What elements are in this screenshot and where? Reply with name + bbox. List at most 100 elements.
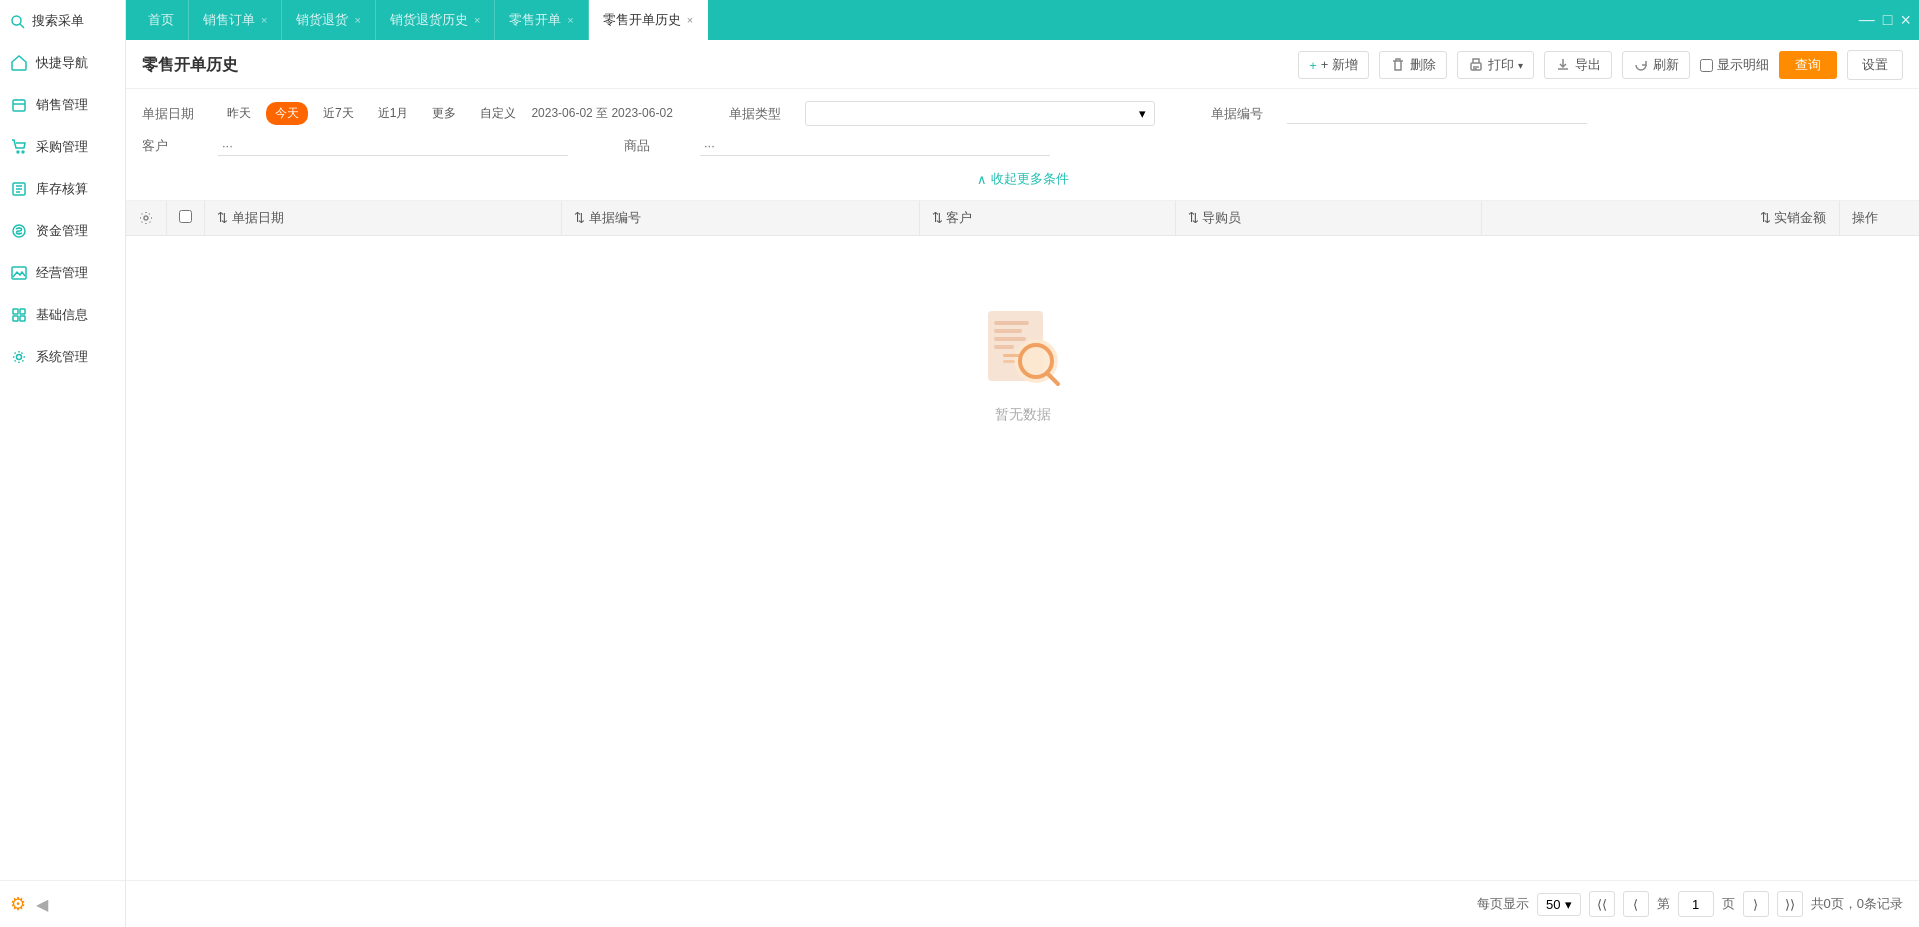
th-customer[interactable]: ⇅ 客户: [919, 201, 1175, 236]
home-icon: [10, 54, 28, 72]
th-date[interactable]: ⇅ 单据日期: [205, 201, 562, 236]
tab-retail-open-history[interactable]: 零售开单历史 ×: [589, 0, 708, 40]
th-amount-label: ⇅ 实销金额: [1760, 209, 1827, 227]
sidebar-item-label: 采购管理: [36, 138, 88, 156]
sidebar-item-operations[interactable]: 经营管理: [0, 252, 125, 294]
last-page-icon: ⟩⟩: [1785, 897, 1795, 912]
svg-point-12: [17, 355, 22, 360]
main-area: 首页 销售订单 × 销货退货 × 销货退货历史 × 零售开单 × 零售开单历史 …: [126, 0, 1919, 927]
date-btn-yesterday[interactable]: 昨天: [218, 102, 260, 125]
tab-sales-order-close[interactable]: ×: [261, 14, 267, 26]
tab-home[interactable]: 首页: [134, 0, 189, 40]
goods-filter-input[interactable]: [704, 138, 1046, 153]
purchase-icon: [10, 138, 28, 156]
select-all-checkbox[interactable]: [179, 210, 192, 223]
th-guide[interactable]: ⇅ 导购员: [1175, 201, 1482, 236]
customer-filter-label: 客户: [142, 137, 202, 155]
th-operation: 操作: [1839, 201, 1919, 236]
print-dropdown-icon: ▾: [1518, 60, 1523, 71]
sidebar-item-purchase-mgmt[interactable]: 采购管理: [0, 126, 125, 168]
th-operation-label: 操作: [1852, 210, 1878, 225]
sidebar-item-system-mgmt[interactable]: 系统管理: [0, 336, 125, 378]
finance-icon: [10, 222, 28, 240]
svg-point-0: [12, 16, 21, 25]
display-detail-checkbox[interactable]: [1700, 59, 1713, 72]
date-btn-today[interactable]: 今天: [266, 102, 308, 125]
sidebar-item-label: 销售管理: [36, 96, 88, 114]
date-btn-1month[interactable]: 近1月: [369, 102, 418, 125]
customer-filter-input[interactable]: [222, 138, 564, 153]
maximize-btn[interactable]: □: [1883, 11, 1893, 29]
type-filter-label: 单据类型: [729, 105, 789, 123]
settings-bottom-icon[interactable]: ⚙: [10, 893, 26, 915]
sidebar-item-quick-nav[interactable]: 快捷导航: [0, 42, 125, 84]
empty-illustration: [968, 296, 1078, 406]
tab-retail-open-history-close[interactable]: ×: [687, 14, 693, 26]
system-icon: [10, 348, 28, 366]
page-title: 零售开单历史: [142, 55, 238, 76]
tab-retail-open-close[interactable]: ×: [567, 14, 573, 26]
empty-text: 暂无数据: [995, 406, 1051, 424]
sidebar-item-label: 基础信息: [36, 306, 88, 324]
collapse-sidebar-icon[interactable]: ◀: [36, 895, 48, 914]
tab-retail-open-history-label: 零售开单历史: [603, 11, 681, 29]
sidebar-search[interactable]: 搜索采单: [0, 0, 125, 42]
tab-sales-order[interactable]: 销售订单 ×: [189, 0, 282, 40]
svg-line-1: [20, 24, 24, 28]
per-page-select[interactable]: 50 ▾: [1537, 893, 1580, 916]
page-header: 零售开单历史 + + 新增 删除: [126, 40, 1919, 89]
sidebar-item-label: 快捷导航: [36, 54, 88, 72]
date-btn-7days[interactable]: 近7天: [314, 102, 363, 125]
sidebar-item-sales-mgmt[interactable]: 销售管理: [0, 84, 125, 126]
sidebar-item-basic-info[interactable]: 基础信息: [0, 294, 125, 336]
svg-rect-16: [994, 321, 1029, 325]
tab-retail-open-label: 零售开单: [509, 11, 561, 29]
tabs-bar: 首页 销售订单 × 销货退货 × 销货退货历史 × 零售开单 × 零售开单历史 …: [126, 0, 1919, 40]
number-filter-input[interactable]: [1291, 106, 1583, 121]
table-container: ⇅ 单据日期 ⇅ 单据编号 ⇅ 客户: [126, 201, 1919, 880]
goods-filter-input-container[interactable]: [700, 136, 1050, 156]
close-btn[interactable]: ×: [1900, 10, 1911, 31]
table-settings-icon[interactable]: [138, 210, 154, 225]
add-button[interactable]: + + 新增: [1298, 51, 1369, 79]
number-filter-input-container[interactable]: [1287, 104, 1587, 124]
tab-sales-return-close[interactable]: ×: [354, 14, 360, 26]
collapse-button[interactable]: ∧ 收起更多条件: [973, 166, 1073, 192]
type-filter-select[interactable]: ▾: [805, 101, 1155, 126]
query-button[interactable]: 查询: [1779, 51, 1837, 79]
th-amount[interactable]: ⇅ 实销金额: [1482, 201, 1839, 236]
prev-page-btn[interactable]: ⟨: [1623, 891, 1649, 917]
date-btn-more[interactable]: 更多: [423, 102, 465, 125]
th-settings[interactable]: [126, 201, 167, 236]
tab-retail-open[interactable]: 零售开单 ×: [495, 0, 588, 40]
display-detail-toggle[interactable]: 显示明细: [1700, 56, 1769, 74]
th-number[interactable]: ⇅ 单据编号: [562, 201, 919, 236]
tab-sales-return-history-close[interactable]: ×: [474, 14, 480, 26]
sidebar-item-finance[interactable]: 资金管理: [0, 210, 125, 252]
date-btn-custom[interactable]: 自定义: [471, 102, 525, 125]
refresh-icon: [1633, 57, 1649, 74]
svg-rect-11: [20, 316, 25, 321]
first-page-btn[interactable]: ⟨⟨: [1589, 891, 1615, 917]
last-page-btn[interactable]: ⟩⟩: [1777, 891, 1803, 917]
number-filter-label: 单据编号: [1211, 105, 1271, 123]
svg-rect-8: [13, 309, 18, 314]
settings-button[interactable]: 设置: [1847, 50, 1903, 80]
tab-home-label: 首页: [148, 11, 174, 29]
sidebar: 搜索采单 快捷导航 销售管理 采购管理: [0, 0, 126, 927]
print-icon: [1468, 57, 1484, 74]
customer-filter-input-container[interactable]: [218, 136, 568, 156]
th-guide-label: ⇅ 导购员: [1188, 209, 1242, 227]
page-number-input[interactable]: [1678, 891, 1714, 917]
tab-sales-return-history[interactable]: 销货退货历史 ×: [376, 0, 495, 40]
next-page-btn[interactable]: ⟩: [1743, 891, 1769, 917]
minimize-btn[interactable]: —: [1859, 11, 1875, 29]
refresh-button[interactable]: 刷新: [1622, 51, 1690, 79]
total-info: 共0页，0条记录: [1811, 895, 1903, 913]
sidebar-item-inventory[interactable]: 库存核算: [0, 168, 125, 210]
print-button[interactable]: 打印 ▾: [1457, 51, 1534, 79]
tab-sales-return[interactable]: 销货退货 ×: [282, 0, 375, 40]
delete-button[interactable]: 删除: [1379, 51, 1447, 79]
th-number-label: ⇅ 单据编号: [574, 209, 641, 227]
export-button[interactable]: 导出: [1544, 51, 1612, 79]
